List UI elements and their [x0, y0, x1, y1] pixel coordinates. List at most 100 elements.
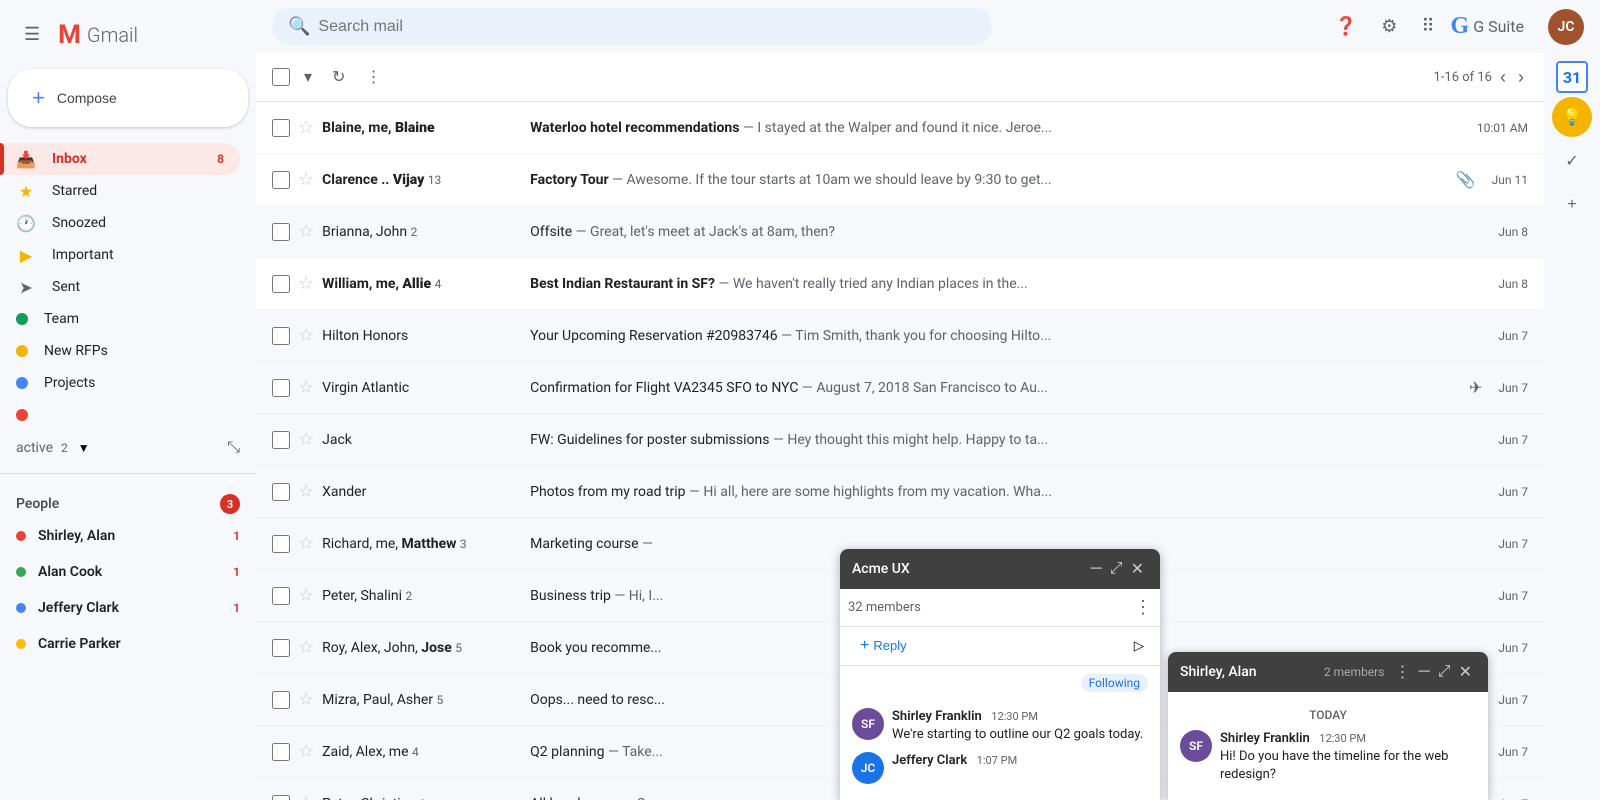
- email-row[interactable]: ☆ Blaine, me, Blaine Waterloo hotel reco…: [256, 102, 1544, 154]
- star-icon[interactable]: ☆: [298, 793, 314, 800]
- email-checkbox[interactable]: [272, 223, 290, 241]
- person-item-jeffery-clark[interactable]: Jeffery Clark 1: [0, 590, 256, 626]
- help-button[interactable]: ❓: [1327, 8, 1365, 45]
- right-sidebar: 31 💡 ✓ +: [1544, 53, 1600, 800]
- inbox-icon: 📥: [16, 150, 36, 169]
- chat-acme-minimize[interactable]: ─: [1086, 558, 1105, 580]
- email-checkbox[interactable]: [272, 327, 290, 345]
- user-avatar[interactable]: JC: [1548, 9, 1584, 45]
- chat-shirley-close[interactable]: ✕: [1455, 660, 1476, 684]
- star-icon[interactable]: ☆: [298, 637, 314, 658]
- compose-button[interactable]: + Compose: [8, 69, 248, 127]
- star-icon[interactable]: ☆: [298, 273, 314, 294]
- sidebar-item-team[interactable]: Team: [0, 303, 240, 335]
- sidebar-item-snoozed[interactable]: 🕐 Snoozed: [0, 207, 240, 239]
- email-sender: Blaine, me, Blaine: [322, 120, 522, 136]
- chat-acme-close[interactable]: ✕: [1127, 557, 1148, 581]
- email-checkbox[interactable]: [272, 275, 290, 293]
- email-checkbox[interactable]: [272, 639, 290, 657]
- chat-msg-content: Shirley Franklin 12:30 PM Hi! Do you hav…: [1220, 730, 1476, 784]
- email-sender: William, me, Allie 4: [322, 276, 522, 292]
- select-all-checkbox[interactable]: [272, 68, 290, 86]
- email-checkbox[interactable]: [272, 587, 290, 605]
- star-icon[interactable]: ☆: [298, 221, 314, 242]
- active-badge: 2: [61, 441, 68, 455]
- email-row[interactable]: ☆ Virgin Atlantic Confirmation for Fligh…: [256, 362, 1544, 414]
- sidebar-item-projects[interactable]: Projects: [0, 367, 240, 399]
- chat-acme-more[interactable]: ⋮: [1134, 597, 1152, 618]
- calendar-icon[interactable]: 31: [1556, 61, 1588, 93]
- compose-plus-icon: +: [32, 85, 45, 111]
- select-dropdown-button[interactable]: ▾: [298, 61, 318, 93]
- chat-acme-expand[interactable]: ⤢: [1106, 558, 1127, 580]
- chat-shirley-expand[interactable]: ⤢: [1434, 661, 1455, 683]
- email-row[interactable]: ☆ Xander Photos from my road trip — Hi a…: [256, 466, 1544, 518]
- star-icon[interactable]: ☆: [298, 689, 314, 710]
- chat-message: SF Shirley Franklin 12:30 PM We're start…: [852, 708, 1148, 744]
- email-checkbox[interactable]: [272, 483, 290, 501]
- active-chevron[interactable]: ▼: [78, 441, 90, 455]
- star-icon[interactable]: ☆: [298, 533, 314, 554]
- topbar: 🔍 ❓ ⚙ ⠿ G G Suite JC: [256, 0, 1600, 53]
- compose-plus-symbol: +: [32, 85, 45, 111]
- email-sender: Clarence .. Vijay 13: [322, 172, 522, 188]
- chat-acme-send-icon[interactable]: ▷: [1130, 634, 1148, 658]
- email-row[interactable]: ☆ Jack FW: Guidelines for poster submiss…: [256, 414, 1544, 466]
- sidebar: ☰ M Gmail + Compose 📥 Inbox 8 ★ Starred …: [0, 0, 256, 800]
- refresh-button[interactable]: ↻: [326, 61, 351, 93]
- email-sender: Zaid, Alex, me 4: [322, 744, 522, 760]
- star-icon[interactable]: ☆: [298, 481, 314, 502]
- email-checkbox[interactable]: [272, 119, 290, 137]
- search-bar: 🔍: [272, 8, 992, 45]
- email-row[interactable]: ☆ Clarence .. Vijay 13 Factory Tour — Aw…: [256, 154, 1544, 206]
- settings-button[interactable]: ⚙: [1373, 8, 1405, 45]
- star-icon[interactable]: ☆: [298, 585, 314, 606]
- email-checkbox[interactable]: [272, 431, 290, 449]
- email-checkbox[interactable]: [272, 379, 290, 397]
- apps-button[interactable]: ⠿: [1413, 8, 1442, 45]
- sidebar-item-more-labels[interactable]: [0, 399, 240, 431]
- email-checkbox[interactable]: [272, 743, 290, 761]
- person-item-carrie-parker[interactable]: Carrie Parker: [0, 626, 256, 662]
- chat-overlay-container: Acme UX ─ ⤢ ✕ 32 members ⋮ + Reply: [840, 549, 1488, 800]
- email-checkbox[interactable]: [272, 691, 290, 709]
- compose-label: Compose: [57, 90, 117, 106]
- next-page-button[interactable]: ›: [1514, 63, 1528, 92]
- chat-shirley-more[interactable]: ⋮: [1390, 660, 1414, 684]
- sidebar-item-important[interactable]: ▶ Important: [0, 239, 240, 271]
- star-icon[interactable]: ☆: [298, 429, 314, 450]
- email-checkbox[interactable]: [272, 171, 290, 189]
- chat-acme-reply-bar: + Reply ▷: [840, 627, 1160, 666]
- email-row[interactable]: ☆ Hilton Honors Your Upcoming Reservatio…: [256, 310, 1544, 362]
- active-label: active: [16, 440, 53, 456]
- hamburger-menu-button[interactable]: ☰: [16, 16, 48, 53]
- email-row[interactable]: ☆ William, me, Allie 4 Best Indian Resta…: [256, 258, 1544, 310]
- star-icon[interactable]: ☆: [298, 377, 314, 398]
- chat-shirley-title: Shirley, Alan: [1180, 664, 1324, 680]
- star-icon[interactable]: ☆: [298, 117, 314, 138]
- email-checkbox[interactable]: [272, 795, 290, 800]
- sidebar-item-inbox[interactable]: 📥 Inbox 8: [0, 143, 240, 175]
- sidebar-item-starred[interactable]: ★ Starred: [0, 175, 240, 207]
- active-expand[interactable]: ⤡: [227, 439, 240, 457]
- email-date: Jun 7: [1498, 433, 1528, 447]
- email-row[interactable]: ☆ Brianna, John 2 Offsite — Great, let's…: [256, 206, 1544, 258]
- tasks-button[interactable]: ✓: [1552, 141, 1592, 181]
- sidebar-item-newrfps[interactable]: New RFPs: [0, 335, 240, 367]
- email-date: Jun 7: [1498, 485, 1528, 499]
- person-item-shirley-alan[interactable]: Shirley, Alan 1: [0, 518, 256, 554]
- chat-acme-reply-button[interactable]: + Reply: [852, 633, 915, 659]
- person-item-alan-cook[interactable]: Alan Cook 1: [0, 554, 256, 590]
- chat-shirley-minimize[interactable]: ─: [1414, 661, 1433, 683]
- lightbulb-button[interactable]: 💡: [1552, 97, 1592, 137]
- email-checkbox[interactable]: [272, 535, 290, 553]
- star-icon[interactable]: ☆: [298, 741, 314, 762]
- add-button[interactable]: +: [1552, 185, 1592, 225]
- more-options-button[interactable]: ⋮: [359, 61, 387, 93]
- prev-page-button[interactable]: ‹: [1496, 63, 1510, 92]
- sidebar-item-sent[interactable]: ➤ Sent: [0, 271, 240, 303]
- email-sender: Peter, Shalini 2: [322, 588, 522, 604]
- search-input[interactable]: [318, 18, 976, 36]
- star-icon[interactable]: ☆: [298, 169, 314, 190]
- star-icon[interactable]: ☆: [298, 325, 314, 346]
